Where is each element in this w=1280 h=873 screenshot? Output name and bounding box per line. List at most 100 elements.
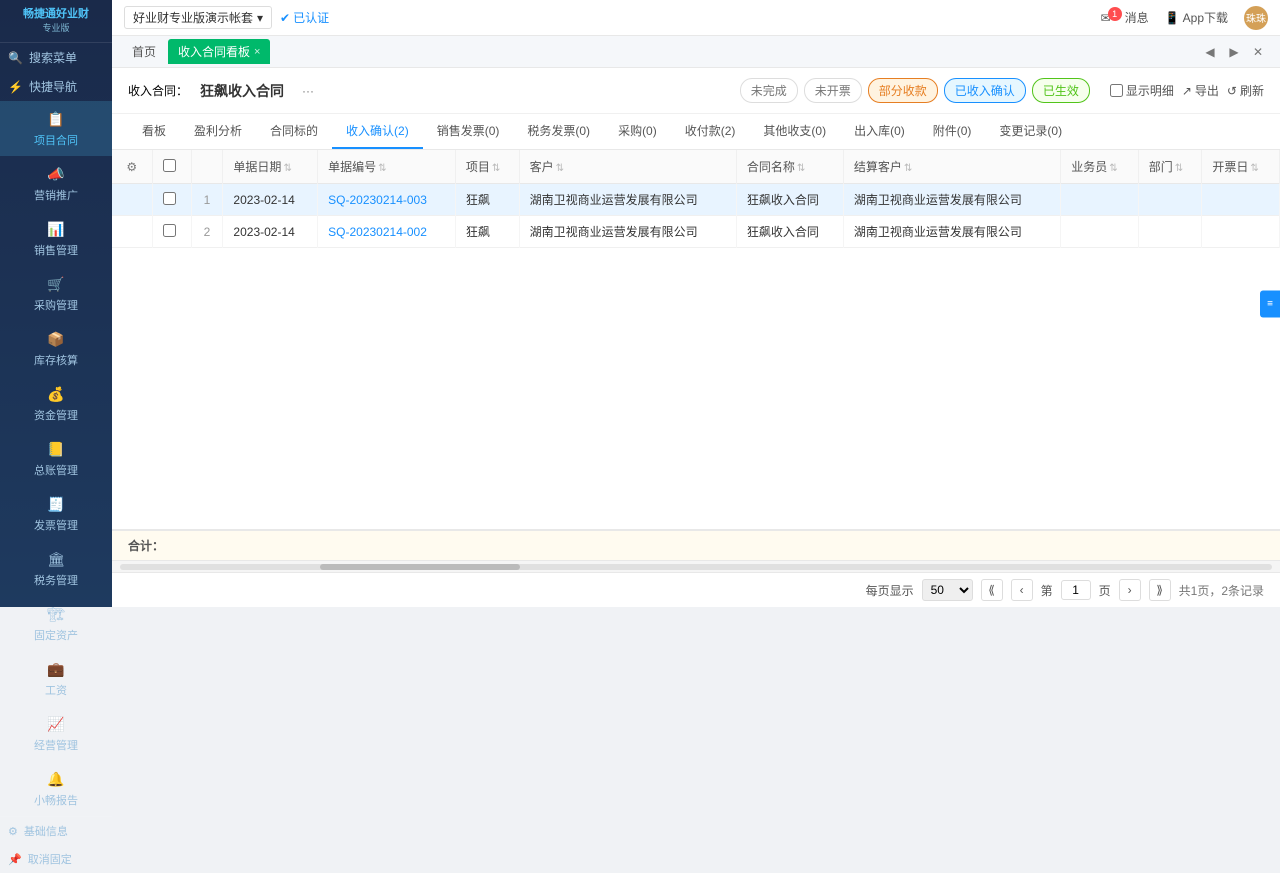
- tab-change-log[interactable]: 变更记录(0): [985, 114, 1076, 149]
- show-detail-checkbox[interactable]: 显示明细: [1110, 82, 1174, 99]
- notification-badge: 1: [1108, 7, 1122, 21]
- td-contract-2: 狂飙收入合同: [736, 216, 843, 248]
- table-footer: 合计：: [112, 529, 1280, 560]
- message-action[interactable]: ✉ 1 消息: [1101, 9, 1149, 26]
- tab-warehouse[interactable]: 出入库(0): [840, 114, 919, 149]
- page-last-button[interactable]: ⟫: [1149, 579, 1171, 601]
- table-body: 1 2023-02-14 SQ-20230214-003 狂飙 湖南卫视商业运营…: [112, 184, 1280, 248]
- sidebar-quick-nav[interactable]: ⚡ 快捷导航: [0, 72, 112, 101]
- sidebar-item-finance[interactable]: 💰 资金管理: [0, 376, 112, 431]
- sort-customer-icon: ⇅: [556, 163, 564, 174]
- sidebar-item-assets[interactable]: 🏗 固定资产: [0, 596, 112, 651]
- status-incomplete[interactable]: 未完成: [740, 78, 798, 103]
- sidebar-item-tax[interactable]: 🏛 税务管理: [0, 541, 112, 596]
- status-confirmed[interactable]: 已收入确认: [944, 78, 1026, 103]
- page-number-input[interactable]: [1061, 580, 1091, 600]
- page-first-button[interactable]: ⟪: [981, 579, 1003, 601]
- logo-sub: 专业版: [0, 21, 112, 34]
- tab-home[interactable]: 首页: [124, 43, 164, 60]
- company-name: 好业财专业版演示帐套: [133, 9, 253, 26]
- tab-close-all[interactable]: ✕: [1248, 42, 1268, 62]
- sort-salesperson-icon: ⇅: [1109, 163, 1117, 174]
- show-detail-input[interactable]: [1110, 84, 1123, 97]
- th-customer[interactable]: 客户⇅: [519, 150, 736, 184]
- tab-purchase[interactable]: 采购(0): [604, 114, 671, 149]
- td-checkbox-2: [152, 216, 191, 248]
- status-uninvoiced[interactable]: 未开票: [804, 78, 862, 103]
- status-effective[interactable]: 已生效: [1032, 78, 1090, 103]
- row-checkbox-1[interactable]: [163, 192, 176, 205]
- td-department-1: [1138, 184, 1202, 216]
- chevron-down-icon: ▾: [257, 11, 263, 25]
- project-icon: 📋: [46, 109, 66, 129]
- sidebar-item-ledger[interactable]: 📒 总账管理: [0, 431, 112, 486]
- page-next-button[interactable]: ›: [1119, 579, 1141, 601]
- th-department[interactable]: 部门⇅: [1138, 150, 1202, 184]
- page-size-select[interactable]: 20 50 100: [922, 579, 973, 601]
- tab-attachments[interactable]: 附件(0): [919, 114, 986, 149]
- user-avatar[interactable]: 珠珠: [1244, 6, 1268, 30]
- page-label: 第: [1041, 582, 1053, 599]
- th-result-customer[interactable]: 结算客户⇅: [843, 150, 1060, 184]
- status-partial[interactable]: 部分收款: [868, 78, 938, 103]
- sidebar-pin[interactable]: 📌 取消固定: [0, 845, 112, 873]
- tab-kanban[interactable]: 看板: [128, 114, 180, 149]
- th-project[interactable]: 项目⇅: [455, 150, 519, 184]
- finance-icon: 💰: [46, 384, 66, 404]
- sidebar-item-management[interactable]: 📈 经营管理: [0, 706, 112, 761]
- sidebar-item-project[interactable]: 📋 项目合同: [0, 101, 112, 156]
- tab-contract-board[interactable]: 收入合同看板 ×: [168, 39, 270, 64]
- sidebar-item-basics[interactable]: ⚙ 基础信息: [0, 817, 112, 845]
- sidebar-item-marketing[interactable]: 📣 营销推广: [0, 156, 112, 211]
- tab-next-arrow[interactable]: ▶: [1224, 42, 1244, 62]
- more-button[interactable]: ···: [296, 82, 320, 100]
- document-link-1[interactable]: SQ-20230214-003: [328, 193, 427, 207]
- float-action-button[interactable]: ≡: [1260, 290, 1280, 317]
- content-header: 收入合同： 狂飙收入合同 ··· 未完成 未开票 部分收款 已收入确认 已生效 …: [112, 68, 1280, 114]
- th-open-date[interactable]: 开票日⇅: [1202, 150, 1280, 184]
- sales-icon: 📊: [46, 219, 66, 239]
- tab-sales-invoice[interactable]: 销售发票(0): [423, 114, 514, 149]
- page-prev-button[interactable]: ‹: [1011, 579, 1033, 601]
- scrollbar-thumb[interactable]: [320, 564, 520, 570]
- td-salesperson-1: [1061, 184, 1139, 216]
- settings-icon[interactable]: ⚙: [122, 160, 142, 174]
- refresh-button[interactable]: ↺ 刷新: [1227, 82, 1264, 99]
- tab-close-icon[interactable]: ×: [254, 46, 260, 58]
- export-button[interactable]: ↗ 导出: [1182, 82, 1219, 99]
- tab-revenue-confirm[interactable]: 收入确认(2): [332, 114, 423, 149]
- th-date[interactable]: 单据日期⇅: [223, 150, 318, 184]
- scrollbar-area[interactable]: [112, 560, 1280, 572]
- row-checkbox-2[interactable]: [163, 224, 176, 237]
- tab-contract-subject[interactable]: 合同标的: [256, 114, 332, 149]
- sidebar-item-invoice[interactable]: 🧾 发票管理: [0, 486, 112, 541]
- td-checkbox-1: [152, 184, 191, 216]
- sidebar-item-salary[interactable]: 💼 工资: [0, 651, 112, 706]
- tab-prev-arrow[interactable]: ◀: [1200, 42, 1220, 62]
- company-selector[interactable]: 好业财专业版演示帐套 ▾: [124, 6, 272, 29]
- sort-date-icon: ⇅: [283, 163, 291, 174]
- tab-payment[interactable]: 收付款(2): [671, 114, 750, 149]
- td-salesperson-2: [1061, 216, 1139, 248]
- tab-profit[interactable]: 盈利分析: [180, 114, 256, 149]
- document-link-2[interactable]: SQ-20230214-002: [328, 225, 427, 239]
- select-all-checkbox[interactable]: [163, 159, 176, 172]
- salary-icon: 💼: [46, 659, 66, 679]
- sidebar-item-purchase[interactable]: 🛒 采购管理: [0, 266, 112, 321]
- scrollbar-track: [120, 564, 1272, 570]
- page-unit: 页: [1099, 582, 1111, 599]
- export-icon: ↗: [1182, 84, 1192, 98]
- basics-icon: ⚙: [8, 825, 18, 838]
- app-download-action[interactable]: 📱 App下载: [1165, 9, 1228, 26]
- th-contract[interactable]: 合同名称⇅: [736, 150, 843, 184]
- sidebar-item-report[interactable]: 🔔 小畅报告: [0, 761, 112, 816]
- th-number[interactable]: 单据编号⇅: [318, 150, 456, 184]
- sidebar-item-sales[interactable]: 📊 销售管理: [0, 211, 112, 266]
- sidebar-item-inventory[interactable]: 📦 库存核算: [0, 321, 112, 376]
- tab-other-income[interactable]: 其他收支(0): [749, 114, 840, 149]
- th-salesperson[interactable]: 业务员⇅: [1061, 150, 1139, 184]
- status-buttons: 未完成 未开票 部分收款 已收入确认 已生效: [740, 78, 1090, 103]
- tab-tax-invoice[interactable]: 税务发票(0): [513, 114, 604, 149]
- sort-opendate-icon: ⇅: [1250, 163, 1258, 174]
- sidebar-search[interactable]: 🔍 搜索菜单: [0, 43, 112, 72]
